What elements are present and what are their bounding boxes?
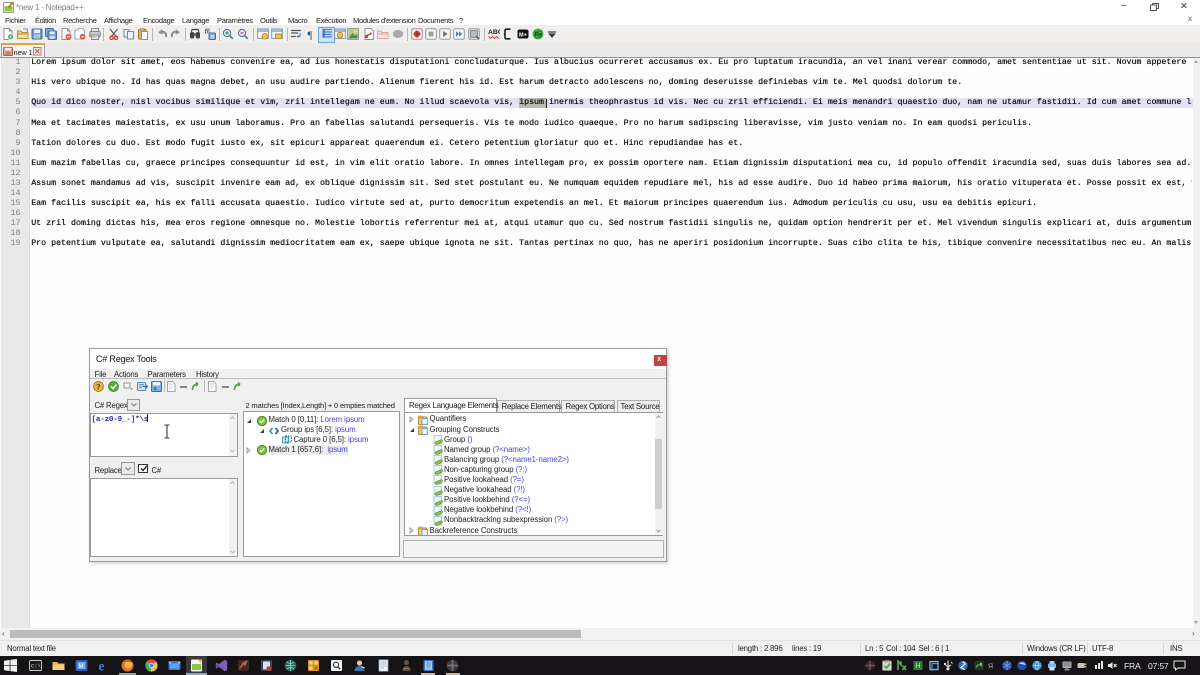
svg-text:b: b	[204, 29, 208, 36]
svg-text:Я: Я	[988, 664, 993, 671]
svg-text:Re: Re	[534, 31, 542, 38]
svg-text:¶: ¶	[308, 30, 313, 41]
svg-text:C:\: C:\	[31, 663, 41, 670]
svg-text:a: a	[210, 34, 214, 40]
svg-text:e: e	[98, 659, 104, 672]
svg-text:H: H	[915, 663, 920, 670]
svg-text:M: M	[78, 664, 83, 670]
svg-text:M+: M+	[519, 32, 527, 38]
svg-text:ABC: ABC	[488, 29, 500, 36]
svg-text:?: ?	[96, 382, 100, 391]
